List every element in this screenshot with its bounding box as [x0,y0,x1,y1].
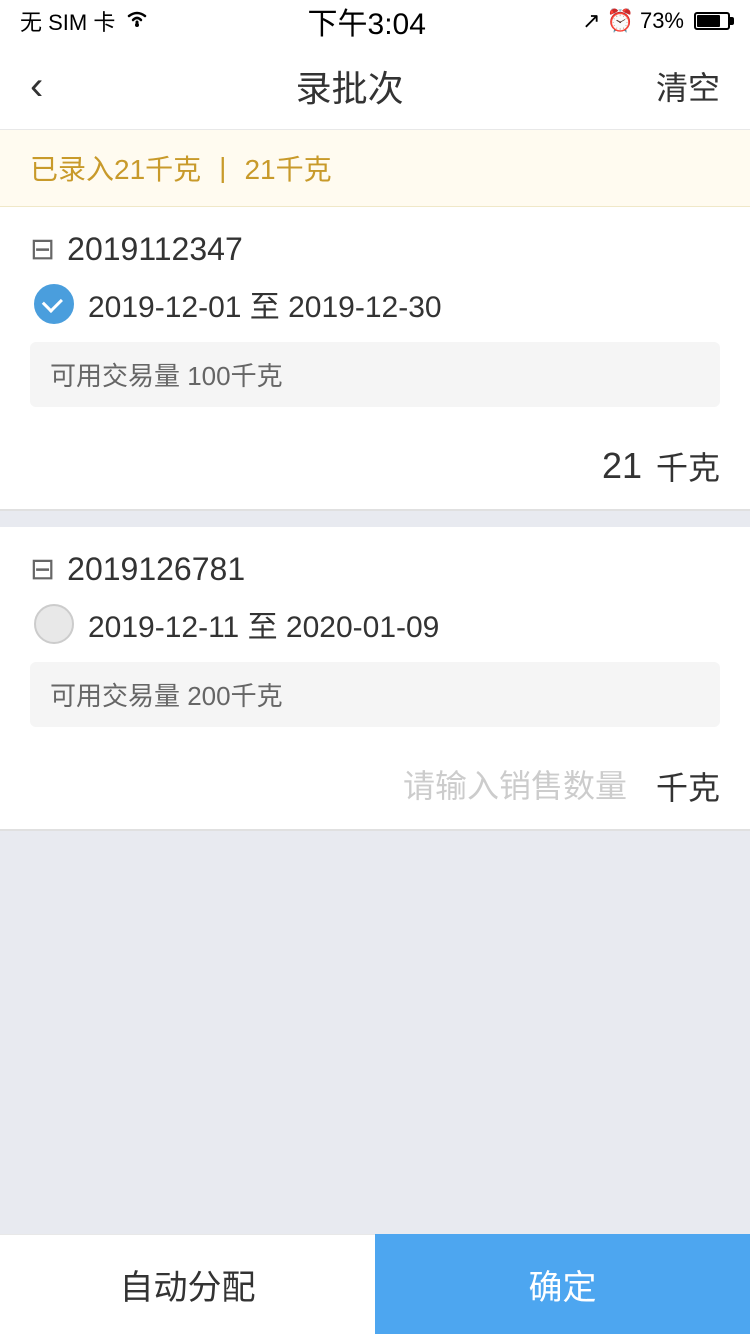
batch-header-2: ⊟ 2019126781 [30,551,720,588]
status-right: ↗ ⏰ 73% [582,8,730,34]
batch-qty-value-1: 21 [602,445,642,487]
batch-card-2: ⊟ 2019126781 2019-12-11 至 2020-01-09 可用交… [0,527,750,831]
wifi-icon [123,8,151,34]
batch-date-row-1: 2019-12-01 至 2019-12-30 [30,282,720,326]
no-sim-text: 无 SIM 卡 [20,5,115,37]
batch-availability-1: 可用交易量 100千克 [30,342,720,407]
status-bar: 无 SIM 卡 下午3:04 ↗ ⏰ 73% [0,0,750,42]
nav-bar: ‹ 录批次 清空 [0,42,750,130]
batch-id-1: 2019112347 [67,231,243,268]
batch-qty-unit-1: 千克 [656,443,720,489]
batch-radio-2[interactable] [34,604,74,644]
recorded-label: 已录入21千克 [30,148,201,188]
location-icon: ↗ [582,8,600,34]
battery-percent: 73% [640,8,684,34]
confirm-button[interactable]: 确定 [375,1234,750,1334]
batch-qty-row-1: 21 千克 [0,423,750,511]
banner-value: 21千克 [244,148,331,188]
status-left: 无 SIM 卡 [20,5,151,37]
banner-divider: | [219,152,226,184]
batch-radio-1[interactable] [34,284,74,324]
batch-date-row-2: 2019-12-11 至 2020-01-09 [30,602,720,646]
section-divider [0,511,750,527]
page-title: 录批次 [296,60,404,112]
back-button[interactable]: ‹ [30,66,43,106]
batch-availability-2: 可用交易量 200千克 [30,662,720,727]
batch-item-1: ⊟ 2019112347 2019-12-01 至 2019-12-30 可用交… [0,207,750,407]
batch-qty-input-2[interactable] [30,768,642,805]
batch-item-2: ⊟ 2019126781 2019-12-11 至 2020-01-09 可用交… [0,527,750,727]
auto-distribute-button[interactable]: 自动分配 [0,1234,375,1334]
battery-icon [694,12,730,30]
alarm-icon: ⏰ [607,8,634,34]
batch-input-qty-row-2: 千克 [0,743,750,831]
info-banner: 已录入21千克 | 21千克 [0,130,750,207]
batch-date-1: 2019-12-01 至 2019-12-30 [88,282,442,326]
clear-button[interactable]: 清空 [656,63,720,109]
batch-input-unit-2: 千克 [656,763,720,809]
batch-header-1: ⊟ 2019112347 [30,231,720,268]
batch-card-1: ⊟ 2019112347 2019-12-01 至 2019-12-30 可用交… [0,207,750,511]
empty-area [0,831,750,1291]
batch-date-2: 2019-12-11 至 2020-01-09 [88,602,439,646]
batch-icon-1: ⊟ [30,232,55,267]
status-time: 下午3:04 [308,0,426,43]
bottom-bar: 自动分配 确定 [0,1234,750,1334]
batch-id-2: 2019126781 [67,551,245,588]
batch-icon-2: ⊟ [30,552,55,587]
